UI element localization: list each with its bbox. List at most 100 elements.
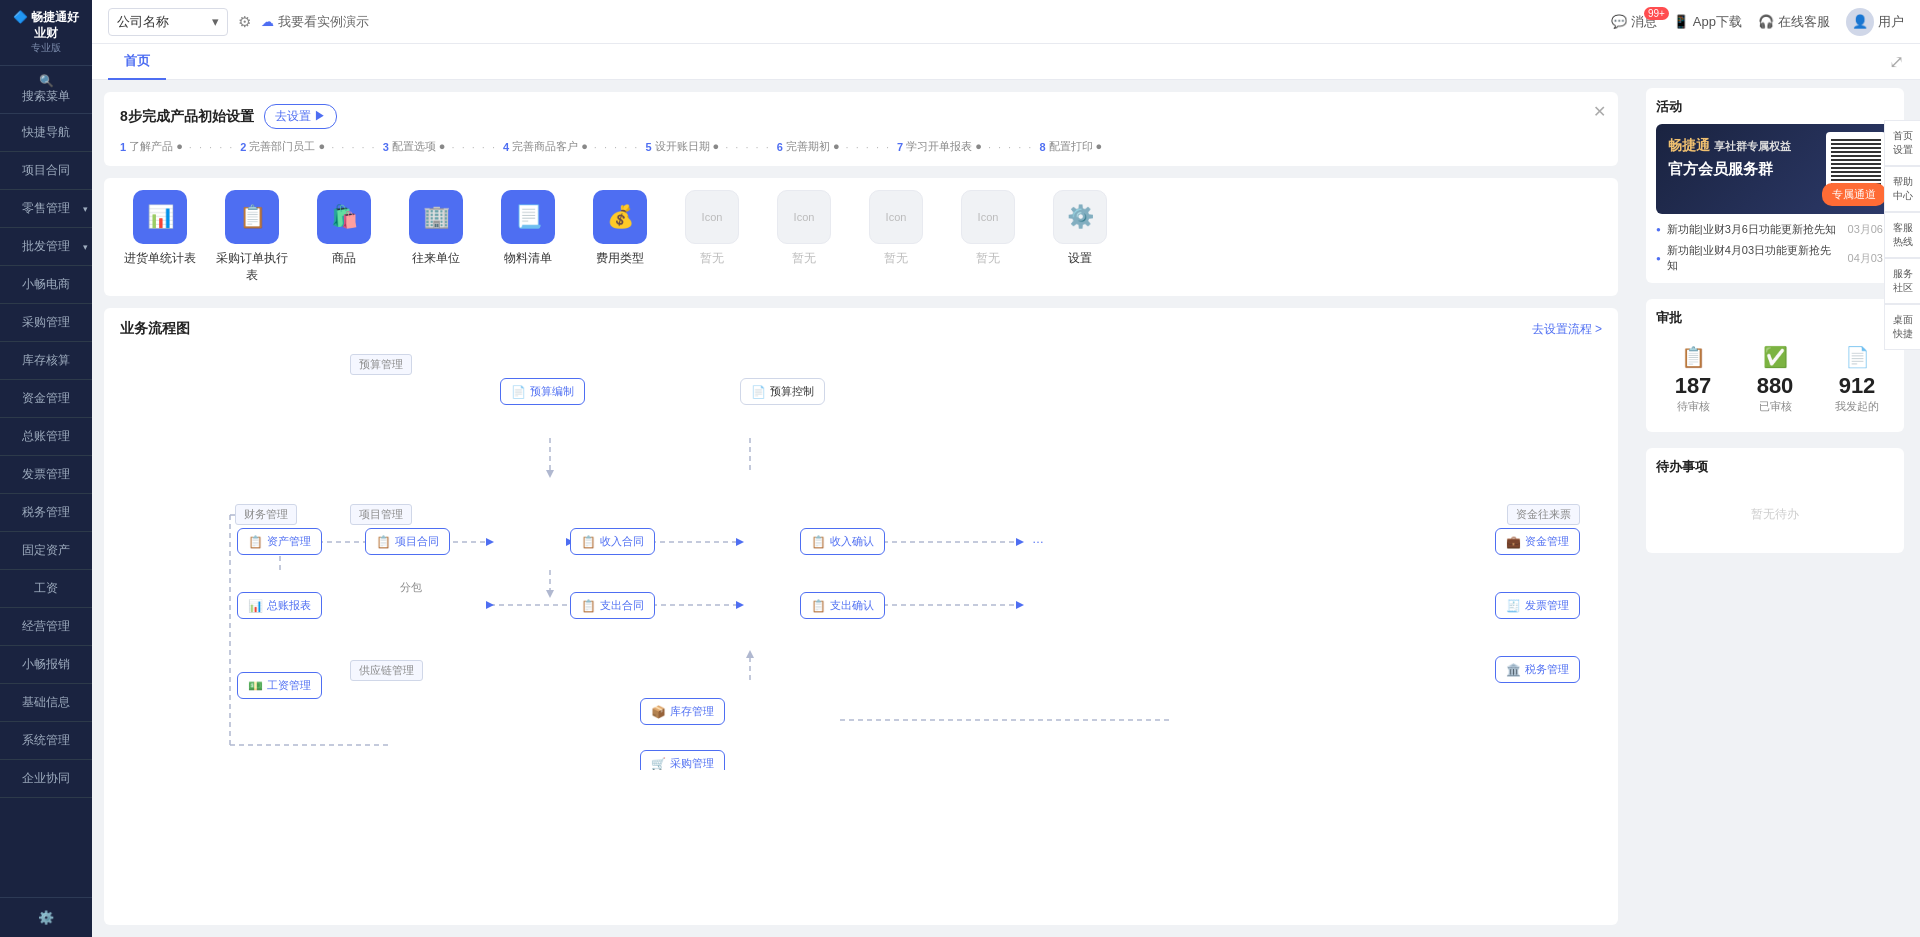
quick-icon-9[interactable]: Icon 暂无 xyxy=(948,190,1028,284)
pending-icon: 📋 xyxy=(1660,345,1726,369)
quick-icon-label-3: 往来单位 xyxy=(412,250,460,267)
budget-ctrl2-node[interactable]: 📄 预算控制 xyxy=(740,378,825,405)
app-name: 🔷 畅捷通好业财 xyxy=(8,10,84,41)
expense-confirm-node[interactable]: 📋 支出确认 xyxy=(800,592,885,619)
svg-marker-24 xyxy=(736,601,744,609)
quick-icon-5[interactable]: 💰 费用类型 xyxy=(580,190,660,284)
news-item-1: ● 新功能|业财4月03日功能更新抢先知 04月03日 xyxy=(1656,243,1894,273)
sidebar-item-retail[interactable]: 零售管理 xyxy=(0,190,92,228)
go-settings-button[interactable]: 去设置 ▶ xyxy=(264,104,337,129)
quick-icon-box-2: 🛍️ xyxy=(317,190,371,244)
message-badge: 99+ xyxy=(1644,7,1669,20)
setup-steps: 1 了解产品 ● · · · · · 2 完善部门员工 ● · · · · · … xyxy=(120,139,1602,154)
approval-section: 审批 📋 187 待审核 ✅ 880 已审核 📄 912 xyxy=(1646,299,1904,432)
shortcut-desktop[interactable]: 桌面快捷 xyxy=(1884,304,1920,350)
sidebar-item-salary[interactable]: 工资 xyxy=(0,570,92,608)
search-menu[interactable]: 🔍 搜索菜单 xyxy=(0,66,92,114)
sidebar-item-quicknav[interactable]: 快捷导航 xyxy=(0,114,92,152)
quick-icon-label-10: 设置 xyxy=(1068,250,1092,267)
close-button[interactable]: ✕ xyxy=(1593,102,1606,121)
income-confirm-node[interactable]: 📋 收入确认 xyxy=(800,528,885,555)
sidebar-item-ledger[interactable]: 总账管理 xyxy=(0,418,92,456)
app-download-button[interactable]: 📱 App下载 xyxy=(1673,13,1742,31)
settings-gear-icon[interactable]: ⚙ xyxy=(238,13,251,31)
quick-icon-4[interactable]: 📃 物料清单 xyxy=(488,190,568,284)
sidebar-item-project[interactable]: 项目合同 xyxy=(0,152,92,190)
activity-section: 活动 畅捷通 享社群专属权益 官方会员服务群 专属通道 xyxy=(1646,88,1904,283)
ledger-node[interactable]: 📊 总账报表 xyxy=(237,592,322,619)
quick-icon-label-7: 暂无 xyxy=(792,250,816,267)
news-dot-0: ● xyxy=(1656,225,1661,234)
quick-icon-10[interactable]: ⚙️ 设置 xyxy=(1040,190,1120,284)
svg-marker-9 xyxy=(546,590,554,598)
budget-control-node[interactable]: 📄 预算编制 xyxy=(500,378,585,405)
company-selector[interactable]: 公司名称 ▾ xyxy=(108,8,228,36)
purchase-node[interactable]: 🛒 采购管理 xyxy=(640,750,725,770)
sidebar-item-capital[interactable]: 资金管理 xyxy=(0,380,92,418)
quick-icon-box-3: 🏢 xyxy=(409,190,463,244)
user-avatar[interactable]: 👤 用户 xyxy=(1846,8,1904,36)
online-service-button[interactable]: 🎧 在线客服 xyxy=(1758,13,1830,31)
sidebar-item-ops[interactable]: 经营管理 xyxy=(0,608,92,646)
asset-node[interactable]: 📋 资产管理 xyxy=(237,528,322,555)
flow-setup-link[interactable]: 去设置流程 > xyxy=(1532,321,1602,338)
quick-icon-box-10: ⚙️ xyxy=(1053,190,1107,244)
shortcut-help[interactable]: 帮助中心 xyxy=(1884,166,1920,212)
sidebar-item-inventory[interactable]: 库存核算 xyxy=(0,342,92,380)
flow-header: 业务流程图 去设置流程 > xyxy=(120,320,1602,338)
approval-card-1[interactable]: ✅ 880 已审核 xyxy=(1738,337,1812,422)
invoice-mgmt-node[interactable]: 🧾 发票管理 xyxy=(1495,592,1580,619)
quick-icon-box-4: 📃 xyxy=(501,190,555,244)
quick-icon-8[interactable]: Icon 暂无 xyxy=(856,190,936,284)
svg-marker-18 xyxy=(1016,538,1024,546)
news-text-1[interactable]: 新功能|业财4月03日功能更新抢先知 xyxy=(1667,243,1842,273)
expand-icon[interactable]: ⤢ xyxy=(1889,51,1904,73)
supply-section-label: 供应链管理 xyxy=(350,660,423,681)
activity-join-button[interactable]: 专属通道 xyxy=(1822,183,1886,206)
sidebar-item-enterprise[interactable]: 企业协同 xyxy=(0,760,92,798)
inventory-node[interactable]: 📦 库存管理 xyxy=(640,698,725,725)
chevron-down-icon: ▾ xyxy=(212,14,219,29)
approval-card-2[interactable]: 📄 912 我发起的 xyxy=(1820,337,1894,422)
sidebar-item-ecommerce[interactable]: 小畅电商 xyxy=(0,266,92,304)
quick-icon-box-9: Icon xyxy=(961,190,1015,244)
quick-icon-0[interactable]: 📊 进货单统计表 xyxy=(120,190,200,284)
capital-mgmt-node[interactable]: 💼 资金管理 xyxy=(1495,528,1580,555)
shortcut-hotline[interactable]: 客服热线 xyxy=(1884,212,1920,258)
income-contract-node[interactable]: 📋 收入合同 xyxy=(570,528,655,555)
approval-card-0[interactable]: 📋 187 待审核 xyxy=(1656,337,1730,422)
quick-icon-label-2: 商品 xyxy=(332,250,356,267)
shortcut-home-settings[interactable]: 首页设置 xyxy=(1884,120,1920,166)
quick-icon-3[interactable]: 🏢 往来单位 xyxy=(396,190,476,284)
tab-home[interactable]: 首页 xyxy=(108,44,166,80)
flow-svg xyxy=(120,350,1602,770)
message-icon: 💬 xyxy=(1611,14,1627,29)
pending-label: 待审核 xyxy=(1660,399,1726,414)
shortcut-community[interactable]: 服务社区 xyxy=(1884,258,1920,304)
quick-icon-label-4: 物料清单 xyxy=(504,250,552,267)
content-area: 8步完成产品初始设置 去设置 ▶ 1 了解产品 ● · · · · · 2 完善… xyxy=(92,80,1920,937)
quick-icon-1[interactable]: 📋 采购订单执行表 xyxy=(212,190,292,284)
salary-node[interactable]: 💵 工资管理 xyxy=(237,672,322,699)
expense-contract-node[interactable]: 📋 支出合同 xyxy=(570,592,655,619)
sidebar-item-assets[interactable]: 固定资产 xyxy=(0,532,92,570)
demo-link[interactable]: ☁ 我要看实例演示 xyxy=(261,13,369,31)
message-button[interactable]: 💬 消息 99+ xyxy=(1611,13,1657,31)
quick-icon-6[interactable]: Icon 暂无 xyxy=(672,190,752,284)
sidebar-item-invoice[interactable]: 发票管理 xyxy=(0,456,92,494)
tax-node[interactable]: 🏛️ 税务管理 xyxy=(1495,656,1580,683)
sidebar: 🔷 畅捷通好业财 专业版 🔍 搜索菜单 快捷导航 项目合同 零售管理 批发管理 … xyxy=(0,0,92,937)
sidebar-item-system[interactable]: 系统管理 xyxy=(0,722,92,760)
sidebar-item-purchase[interactable]: 采购管理 xyxy=(0,304,92,342)
sidebar-item-basic[interactable]: 基础信息 xyxy=(0,684,92,722)
quick-icon-7[interactable]: Icon 暂无 xyxy=(764,190,844,284)
quick-icon-2[interactable]: 🛍️ 商品 xyxy=(304,190,384,284)
sidebar-item-expense[interactable]: 小畅报销 xyxy=(0,646,92,684)
news-text-0[interactable]: 新功能|业财3月6日功能更新抢先知 xyxy=(1667,222,1842,237)
quick-icon-box-5: 💰 xyxy=(593,190,647,244)
quick-icon-box-0: 📊 xyxy=(133,190,187,244)
settings-icon[interactable]: ⚙️ xyxy=(0,897,92,937)
project-contract-node[interactable]: 📋 项目合同 xyxy=(365,528,450,555)
sidebar-item-wholesale[interactable]: 批发管理 xyxy=(0,228,92,266)
sidebar-item-tax[interactable]: 税务管理 xyxy=(0,494,92,532)
